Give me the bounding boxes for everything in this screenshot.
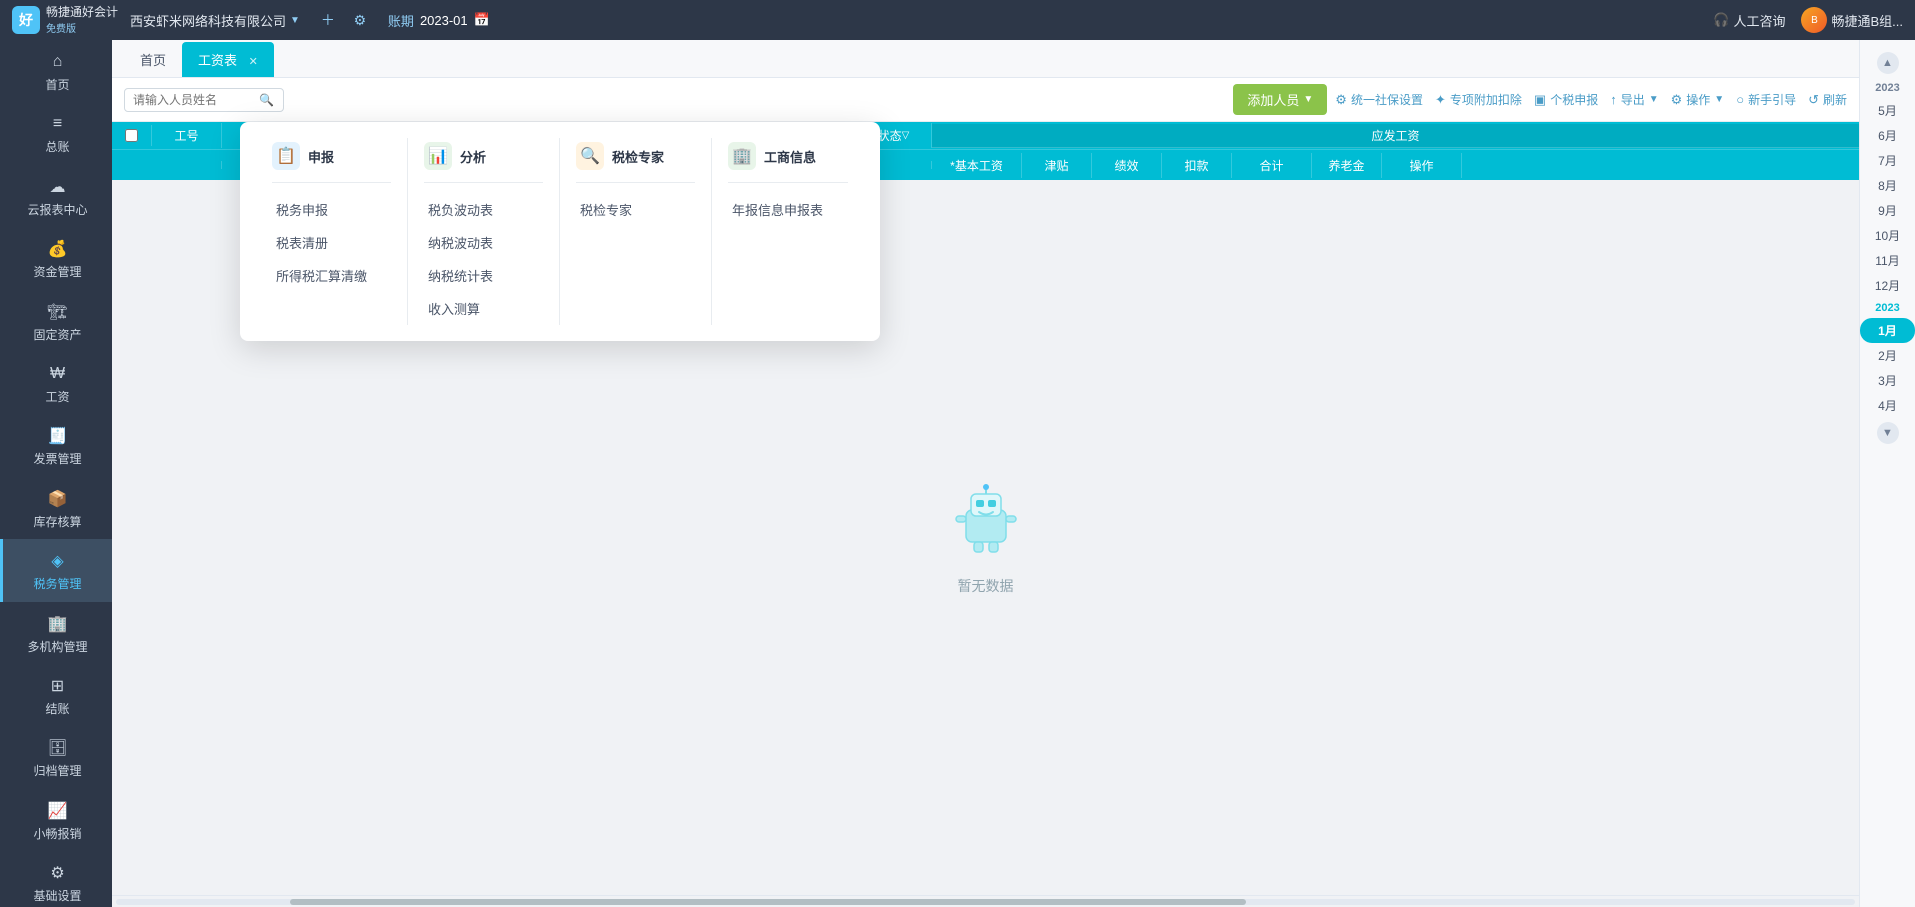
- dropdown-section-title-fenxi: 📊 分析: [424, 138, 543, 183]
- dropdown-section-title-gongshang: 🏢 工商信息: [728, 138, 848, 183]
- dropdown-section-gongshang: 🏢 工商信息 年报信息申报表: [712, 138, 864, 325]
- dropdown-section-shenba: 📋 申报 税务申报 税表清册 所得税汇算清缴: [256, 138, 408, 325]
- dropdown-section-title-shenba: 📋 申报: [272, 138, 391, 183]
- menu-item-annual-report[interactable]: 年报信息申报表: [728, 193, 848, 226]
- menu-item-tax-expert[interactable]: 税检专家: [576, 193, 695, 226]
- dropdown-section-title-shuijian: 🔍 税检专家: [576, 138, 695, 183]
- shuijian-title: 税检专家: [612, 147, 664, 166]
- menu-item-tax-annual[interactable]: 所得税汇算清缴: [272, 259, 391, 292]
- shuijian-icon: 🔍: [576, 142, 604, 170]
- dropdown-section-shuijian: 🔍 税检专家 税检专家: [560, 138, 712, 325]
- tax-dropdown-menu: 📋 申报 税务申报 税表清册 所得税汇算清缴 📊 分析 税负波动表 纳税波动表 …: [240, 122, 880, 341]
- fenxi-icon: 📊: [424, 142, 452, 170]
- menu-item-tax-stats[interactable]: 纳税统计表: [424, 259, 543, 292]
- menu-item-tax-list[interactable]: 税表清册: [272, 226, 391, 259]
- menu-item-tax-declare[interactable]: 税务申报: [272, 193, 391, 226]
- dropdown-section-fenxi: 📊 分析 税负波动表 纳税波动表 纳税统计表 收入测算: [408, 138, 560, 325]
- fenxi-title: 分析: [460, 147, 486, 166]
- shenba-icon: 📋: [272, 142, 300, 170]
- gongshang-title: 工商信息: [764, 147, 816, 166]
- gongshang-icon: 🏢: [728, 142, 756, 170]
- menu-item-tax-burden[interactable]: 税负波动表: [424, 193, 543, 226]
- shenba-title: 申报: [308, 147, 334, 166]
- menu-item-income-calc[interactable]: 收入测算: [424, 292, 543, 325]
- menu-item-tax-payment[interactable]: 纳税波动表: [424, 226, 543, 259]
